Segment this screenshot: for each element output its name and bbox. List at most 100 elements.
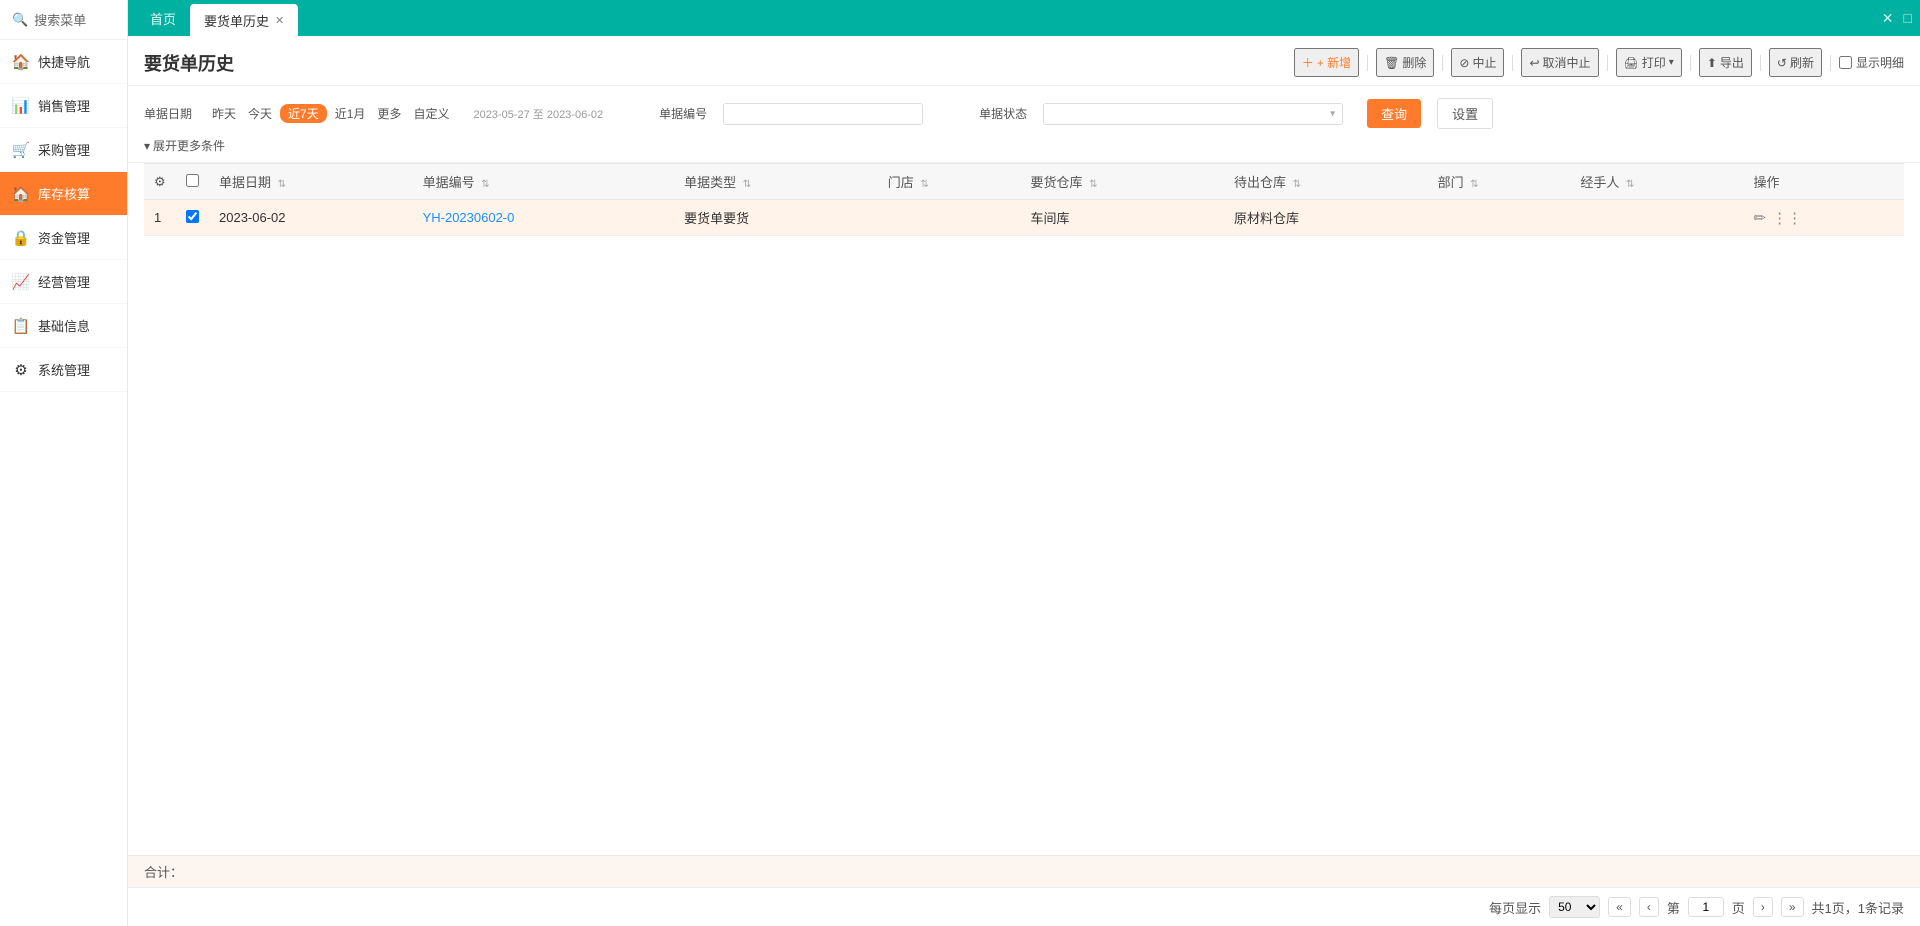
sidebar-label-purchase: 采购管理 [38,140,90,159]
sidebar-item-sales[interactable]: 📊销售管理 [0,84,127,128]
print-button[interactable]: 🖨 打印 ▾ [1616,48,1682,77]
prev-page-button[interactable]: ‹ [1639,897,1659,917]
sidebar-label-quick-nav: 快捷导航 [38,52,90,71]
content-area: 要货单历史 ＋ + 新增 🗑 删除 ⊘ 中止 ↩ [128,36,1920,926]
sidebar-icon-inventory: 🏠 [12,185,30,203]
settings-button[interactable]: 设置 [1437,98,1493,129]
col-bill-date[interactable]: 单据日期 ⇅ [209,164,413,200]
sidebar-search[interactable]: 🔍 搜索菜单 [0,0,127,40]
action-edit-icon[interactable]: ✏ [1754,209,1767,227]
divider-2 [1442,55,1443,71]
page-label: 第 [1667,898,1680,917]
date-btn-5[interactable]: 自定义 [409,104,453,123]
col-pending-warehouse[interactable]: 待出仓库 ⇅ [1224,164,1428,200]
col-bill-type[interactable]: 单据类型 ⇅ [674,164,878,200]
tab-home[interactable]: 首页 [136,0,190,36]
select-all-checkbox[interactable] [186,174,199,187]
action-more-icon[interactable]: ⋮⋮ [1772,209,1802,227]
sidebar-label-system: 系统管理 [38,360,90,379]
window-max-icon[interactable]: □ [1904,10,1912,26]
bill-no-label: 单据编号 [659,105,707,122]
show-detail-checkbox[interactable] [1839,56,1852,69]
search-icon: 🔍 [12,12,28,28]
new-icon: ＋ [1302,54,1314,71]
query-button[interactable]: 查询 [1367,99,1421,128]
sidebar-label-operations: 经营管理 [38,272,90,291]
table-row[interactable]: 1 2023-06-02 YH-20230602-0 要货单要货 车间库 原材料… [144,200,1904,236]
table-footer: 合计： [128,855,1920,887]
tab-label-history: 要货单历史 [204,11,269,30]
status-dropdown-icon: ▾ [1330,108,1335,119]
page-size-select[interactable]: 102050100 [1549,896,1600,918]
col-store[interactable]: 门店 ⇅ [878,164,1021,200]
cell-bill-no[interactable]: YH-20230602-0 [413,200,675,236]
page-title: 要货单历史 [144,50,234,76]
print-icon: 🖨 [1624,56,1639,70]
show-detail-container: 显示明细 [1839,54,1904,71]
date-btn-2[interactable]: 近7天 [280,104,327,123]
footer-total-label: 合计： [144,865,183,880]
window-close-icon[interactable]: ✕ [1882,10,1894,27]
sidebar-item-purchase[interactable]: 🛒采购管理 [0,128,127,172]
col-checkbox [176,164,209,200]
tab-close-history[interactable]: ✕ [275,14,284,27]
cell-pending-warehouse: 原材料仓库 [1224,200,1428,236]
sidebar-item-inventory[interactable]: 🏠 库存核算 [0,172,127,216]
date-filter-buttons: 昨天今天近7天近1月更多自定义 [208,104,453,123]
tab-history[interactable]: 要货单历史 ✕ [190,4,298,36]
sidebar-item-operations[interactable]: 📈经营管理 [0,260,127,304]
expand-label: 展开更多条件 [153,137,225,154]
export-button[interactable]: ⬆ 导出 [1699,48,1752,77]
main-area: 首页要货单历史 ✕ ✕ □ 要货单历史 ＋ + 新增 🗑 删除 [128,0,1920,926]
show-detail-label: 显示明细 [1856,54,1904,71]
sidebar-item-finance[interactable]: 🔒资金管理 [0,216,127,260]
divider-7 [1830,55,1831,71]
sidebar-label-finance: 资金管理 [38,228,90,247]
page-input[interactable] [1688,897,1724,917]
cell-department [1428,200,1571,236]
sidebar-icon-quick-nav: 🏠 [12,53,30,71]
sidebar-items: 🏠 快捷导航 📊销售管理🛒采购管理 🏠 库存核算 🔒资金管理📈经营管理📋基础信息⚙系统管理 [0,40,127,392]
date-btn-0[interactable]: 昨天 [208,104,240,123]
cell-handler [1570,200,1743,236]
divider-6 [1760,55,1761,71]
col-actions: 操作 [1744,164,1904,200]
last-page-button[interactable]: » [1781,897,1804,917]
expand-button[interactable]: ▾ 展开更多条件 [144,137,1904,154]
tab-label-home: 首页 [150,9,176,28]
divider-1 [1367,55,1368,71]
date-btn-1[interactable]: 今天 [244,104,276,123]
sidebar-item-basic[interactable]: 📋基础信息 [0,304,127,348]
col-department[interactable]: 部门 ⇅ [1428,164,1571,200]
sidebar-item-quick-nav[interactable]: 🏠 快捷导航 [0,40,127,84]
date-btn-4[interactable]: 更多 [373,104,405,123]
sidebar-item-system[interactable]: ⚙系统管理 [0,348,127,392]
filter-row-1: 单据日期 昨天今天近7天近1月更多自定义 2023-05-27 至 2023-0… [144,98,1904,129]
toolbar: ＋ + 新增 🗑 删除 ⊘ 中止 ↩ 取消中止 [1294,48,1904,77]
table-area: ⚙ 单据日期 ⇅ 单据编号 ⇅ 单据类型 ⇅ 门店 ⇅ 要货仓库 ⇅ 待出仓库 … [128,163,1920,855]
row-checkbox[interactable] [186,210,199,223]
col-settings[interactable]: ⚙ [144,164,176,200]
first-page-button[interactable]: « [1608,897,1631,917]
sidebar-label-inventory: 库存核算 [38,184,90,203]
cell-store [878,200,1021,236]
pagination-bar: 每页显示 102050100 « ‹ 第 页 › » 共1页，1条记录 [128,887,1920,926]
cancel-stop-button[interactable]: ↩ 取消中止 [1521,48,1598,77]
col-handler[interactable]: 经手人 ⇅ [1570,164,1743,200]
bill-no-input[interactable] [723,103,923,125]
cell-req-warehouse: 车间库 [1020,200,1224,236]
divider-4 [1607,55,1608,71]
refresh-button[interactable]: ↺ 刷新 [1769,48,1822,77]
new-button[interactable]: ＋ + 新增 [1294,48,1359,77]
page-header: 要货单历史 ＋ + 新增 🗑 删除 ⊘ 中止 ↩ [128,36,1920,86]
sidebar-label-basic: 基础信息 [38,316,90,335]
bill-status-input[interactable] [1043,103,1343,125]
date-btn-3[interactable]: 近1月 [331,104,370,123]
stop-icon: ⊘ [1459,56,1469,70]
col-req-warehouse[interactable]: 要货仓库 ⇅ [1020,164,1224,200]
delete-button[interactable]: 🗑 删除 [1376,48,1434,77]
stop-button[interactable]: ⊘ 中止 [1451,48,1504,77]
bill-status-label: 单据状态 [979,105,1027,122]
next-page-button[interactable]: › [1753,897,1773,917]
col-bill-no[interactable]: 单据编号 ⇅ [413,164,675,200]
